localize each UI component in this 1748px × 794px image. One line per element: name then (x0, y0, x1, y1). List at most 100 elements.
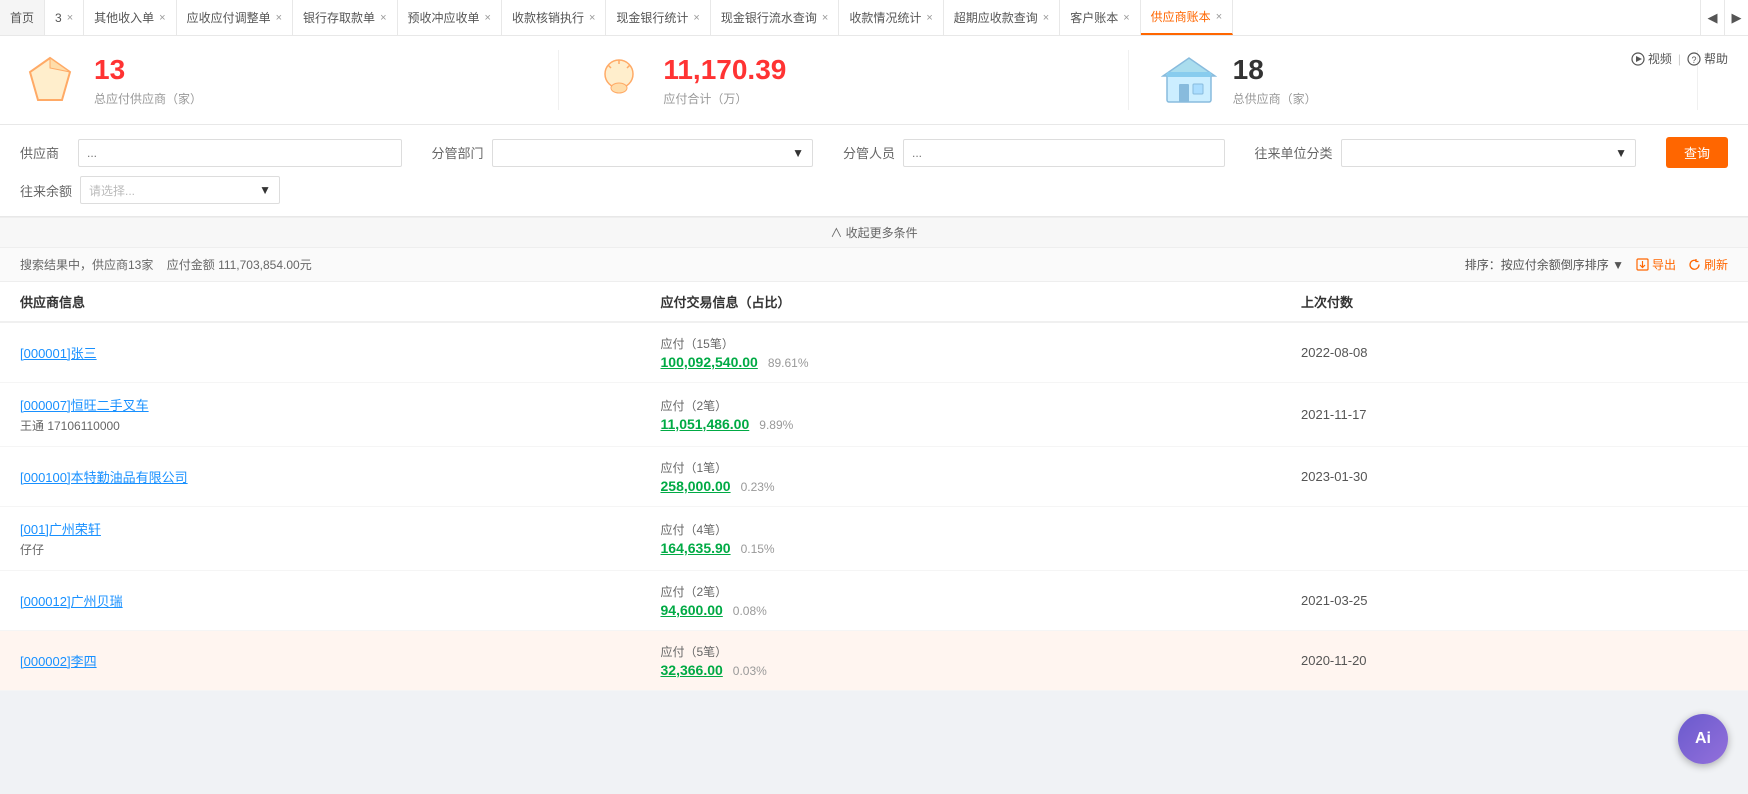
supplier-link-6[interactable]: [000002]李四 (20, 651, 661, 670)
close-prepay-ar[interactable]: × (485, 12, 491, 24)
nav-tab3[interactable]: 3 × (45, 0, 84, 35)
ai-button[interactable]: Ai (1678, 714, 1728, 764)
nav-receipt-stat[interactable]: 收款情况统计 × (839, 0, 943, 35)
supplier-col-3: [000100]本特勤油品有限公司 (20, 467, 661, 486)
sort-select[interactable]: 排序：按应付余额倒序排序 ▼ (1465, 256, 1624, 273)
video-link[interactable]: 视频 (1631, 50, 1672, 67)
nav-other-income[interactable]: 其他收入单 × (84, 0, 176, 35)
summary-card-total-payable: 11,170.39 应付合计（万） (589, 50, 1128, 110)
nav-bank-deposit[interactable]: 银行存取款单 × (293, 0, 397, 35)
nav-cash-bank-flow[interactable]: 现金银行流水查询 × (711, 0, 839, 35)
transaction-percent-5: 0.08% (733, 604, 767, 618)
category-dropdown-icon: ▼ (1615, 146, 1627, 160)
transaction-amount-6[interactable]: 32,366.00 (661, 662, 723, 678)
nav-home[interactable]: 首页 (0, 0, 45, 35)
nav-next-arrow[interactable]: ▶ (1724, 0, 1748, 36)
supplier-col-4: [001]广州荣轩 仔仔 (20, 519, 661, 558)
transaction-percent-2: 9.89% (759, 418, 793, 432)
summary-number-payable: 13 (94, 53, 202, 87)
links-divider: | (1678, 52, 1681, 66)
supplier-input[interactable] (78, 139, 402, 167)
export-button[interactable]: 导出 (1636, 256, 1676, 273)
supplier-link-4[interactable]: [001]广州荣轩 (20, 519, 661, 538)
filter-category: 往来单位分类 ▼ (1255, 139, 1637, 167)
person-input[interactable] (903, 139, 1224, 167)
nav-prepay-ar[interactable]: 预收冲应收单 × (398, 0, 502, 35)
nav-supplier-book[interactable]: 供应商账本 × (1141, 0, 1233, 35)
transaction-amount-1[interactable]: 100,092,540.00 (661, 354, 758, 370)
supplier-filter-label: 供应商 (20, 143, 70, 162)
close-ar-ap-adjust[interactable]: × (276, 12, 282, 24)
transaction-amount-3[interactable]: 258,000.00 (661, 478, 731, 494)
close-supplier-book[interactable]: × (1216, 11, 1222, 23)
close-cash-bank-stat[interactable]: × (693, 12, 699, 24)
close-receipt-stat[interactable]: × (926, 12, 932, 24)
transaction-amount-4[interactable]: 164,635.90 (661, 540, 731, 556)
supplier-col-6: [000002]李四 (20, 651, 661, 670)
nav-bar: 首页 3 × 其他收入单 × 应收应付调整单 × 银行存取款单 × 预收冲应收单… (0, 0, 1748, 36)
close-bank-deposit[interactable]: × (380, 12, 386, 24)
nav-ar-ap-adjust[interactable]: 应收应付调整单 × (177, 0, 293, 35)
supplier-col-5: [000012]广州贝瑞 (20, 591, 661, 610)
summary-info-stores: 18 总供应商（家） (1233, 53, 1317, 107)
transaction-label-4: 应付（4笔） (661, 521, 1302, 538)
sort-icon: ▼ (1612, 258, 1624, 272)
last-payment-col-6: 2020-11-20 (1301, 653, 1728, 668)
supplier-link-1[interactable]: [000001]张三 (20, 343, 661, 362)
last-payment-col-2: 2021-11-17 (1301, 407, 1728, 422)
last-payment-col-5: 2021-03-25 (1301, 593, 1728, 608)
search-button[interactable]: 查询 (1666, 137, 1728, 168)
summary-info-total: 11,170.39 应付合计（万） (663, 53, 786, 107)
table-row: [000012]广州贝瑞 应付（2笔） 94,600.00 0.08% 2021… (0, 571, 1748, 631)
supplier-link-5[interactable]: [000012]广州贝瑞 (20, 591, 661, 610)
table-row: [000001]张三 应付（15笔） 100,092,540.00 89.61%… (0, 323, 1748, 383)
nav-overdue-ar[interactable]: 超期应收款查询 × (944, 0, 1060, 35)
supplier-col-1: [000001]张三 (20, 343, 661, 362)
nav-cash-bank-stat[interactable]: 现金银行统计 × (606, 0, 710, 35)
last-payment-col-3: 2023-01-30 (1301, 469, 1728, 484)
result-bar: 搜索结果中，供应商13家 应付金额 111,703,854.00元 排序：按应付… (0, 248, 1748, 282)
category-select[interactable]: ▼ (1341, 139, 1636, 167)
transaction-col-6: 应付（5笔） 32,366.00 0.03% (661, 643, 1302, 678)
table-row: [001]广州荣轩 仔仔 应付（4笔） 164,635.90 0.15% (0, 507, 1748, 571)
dept-select[interactable]: ▼ (492, 139, 813, 167)
supplier-link-2[interactable]: [000007]恒旺二手叉车 (20, 395, 661, 414)
main-table: 供应商信息 应付交易信息（占比） 上次付数 [000001]张三 应付（15笔）… (0, 282, 1748, 691)
nav-receipt-verify[interactable]: 收款核销执行 × (502, 0, 606, 35)
nav-prev-arrow[interactable]: ◀ (1700, 0, 1724, 36)
supplier-sub-4: 仔仔 (20, 541, 661, 558)
transaction-col-5: 应付（2笔） 94,600.00 0.08% (661, 583, 1302, 618)
transaction-label-2: 应付（2笔） (661, 397, 1302, 414)
refresh-button[interactable]: 刷新 (1688, 256, 1728, 273)
filter-supplier: 供应商 (20, 139, 402, 167)
transaction-amount-5[interactable]: 94,600.00 (661, 602, 723, 618)
category-filter-label: 往来单位分类 (1255, 143, 1333, 162)
close-cash-bank-flow[interactable]: × (822, 12, 828, 24)
summary-label-stores: 总供应商（家） (1233, 90, 1317, 107)
close-tab3[interactable]: × (67, 12, 73, 24)
table-row: [000100]本特勤油品有限公司 应付（1笔） 258,000.00 0.23… (0, 447, 1748, 507)
person-filter-label: 分管人员 (843, 143, 895, 162)
col-header-transaction: 应付交易信息（占比） (661, 292, 1302, 311)
filter-row-1: 供应商 分管部门 ▼ 分管人员 往来单位分类 ▼ 查询 (20, 137, 1728, 168)
supplier-link-3[interactable]: [000100]本特勤油品有限公司 (20, 467, 661, 486)
collapse-bar[interactable]: ∧ 收起更多条件 (0, 217, 1748, 248)
filter-person: 分管人员 (843, 139, 1225, 167)
close-receipt-verify[interactable]: × (589, 12, 595, 24)
balance-filter-label: 往来余额 (20, 181, 72, 200)
svg-text:?: ? (1691, 55, 1696, 65)
transaction-amount-2[interactable]: 11,051,486.00 (661, 416, 750, 432)
table-row: [000007]恒旺二手叉车 王通 17106110000 应付（2笔） 11,… (0, 383, 1748, 447)
close-other-income[interactable]: × (159, 12, 165, 24)
nav-customer-book[interactable]: 客户账本 × (1060, 0, 1140, 35)
store-icon (1159, 50, 1219, 110)
transaction-col-1: 应付（15笔） 100,092,540.00 89.61% (661, 335, 1302, 370)
transaction-percent-6: 0.03% (733, 664, 767, 678)
filter-area: 供应商 分管部门 ▼ 分管人员 往来单位分类 ▼ 查询 往来余额 请选 (0, 125, 1748, 217)
close-customer-book[interactable]: × (1123, 12, 1129, 24)
balance-select[interactable]: 请选择... ▼ (80, 176, 280, 204)
transaction-col-2: 应付（2笔） 11,051,486.00 9.89% (661, 397, 1302, 432)
transaction-col-3: 应付（1笔） 258,000.00 0.23% (661, 459, 1302, 494)
close-overdue-ar[interactable]: × (1043, 12, 1049, 24)
help-link[interactable]: ? 帮助 (1687, 50, 1728, 67)
